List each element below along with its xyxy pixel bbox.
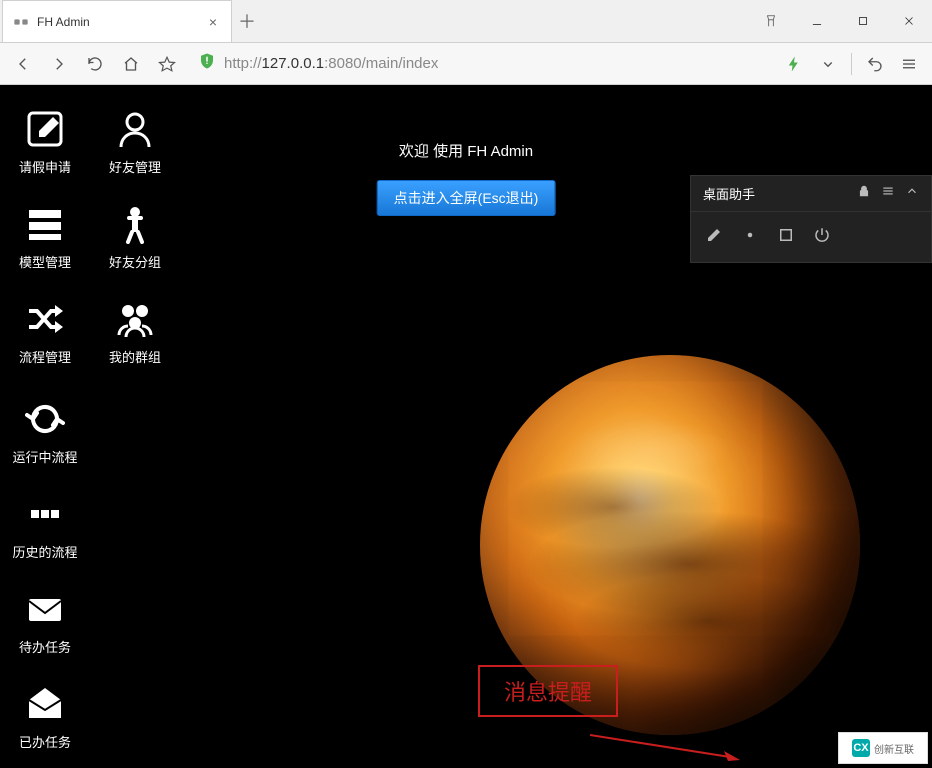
envelope-open-icon [25, 684, 65, 724]
desktop-icon-label: 待办任务 [19, 637, 71, 656]
watermark-logo-icon: CX [852, 739, 870, 757]
desktop-icon-model-manage[interactable]: 模型管理 [0, 190, 90, 285]
desktop-icon-running-flow[interactable]: 运行中流程 [0, 385, 90, 480]
annotation-arrow-icon [590, 733, 740, 763]
ellipsis-icon [25, 494, 65, 534]
message-alert-label: 消息提醒 [504, 675, 592, 707]
speed-indicator-icon[interactable] [779, 49, 809, 79]
shuffle-icon [25, 299, 65, 339]
watermark: CX 创新互联 [838, 732, 928, 764]
tab-favicon [13, 14, 29, 30]
desktop-icon-leave-request[interactable]: 请假申请 [0, 95, 90, 190]
desktop-icon-friend-manage[interactable]: 好友管理 [90, 95, 180, 190]
desktop-icon-label: 已办任务 [19, 732, 71, 751]
undo-icon[interactable] [860, 49, 890, 79]
refresh-icon [25, 399, 65, 439]
desktop-icon-label: 我的群组 [109, 347, 161, 366]
lock-icon[interactable] [857, 184, 871, 203]
desktop-icon-label: 模型管理 [19, 252, 71, 271]
watermark-text: 创新互联 [874, 741, 914, 756]
tab-title: FH Admin [37, 15, 205, 29]
reload-button[interactable] [80, 49, 110, 79]
url-text: http://127.0.0.1:8080/main/index [224, 55, 438, 72]
chevron-up-icon[interactable] [905, 184, 919, 203]
window-maximize-button[interactable] [840, 0, 886, 42]
shield-icon [198, 52, 216, 75]
browser-toolbar: http://127.0.0.1:8080/main/index [0, 43, 932, 85]
home-button[interactable] [116, 49, 146, 79]
list-rows-icon [25, 204, 65, 244]
desktop-icon-label: 历史的流程 [12, 542, 77, 561]
browser-tab[interactable]: FH Admin × [2, 0, 232, 42]
desktop-icon-pending-tasks[interactable]: 待办任务 [0, 575, 90, 670]
menu-icon[interactable] [894, 49, 924, 79]
fullscreen-button[interactable]: 点击进入全屏(Esc退出) [377, 180, 556, 216]
envelope-icon [25, 589, 65, 629]
edit-icon[interactable] [705, 226, 723, 249]
person-standing-icon [115, 204, 155, 244]
tab-close-icon[interactable]: × [205, 14, 221, 30]
app-content: 欢迎 使用 FH Admin 点击进入全屏(Esc退出) 请假申请好友管理模型管… [0, 85, 932, 768]
address-bar[interactable]: http://127.0.0.1:8080/main/index [198, 52, 763, 75]
gear-icon[interactable] [741, 226, 759, 249]
desktop-icon-my-groups[interactable]: 我的群组 [90, 285, 180, 380]
menu-icon[interactable] [881, 184, 895, 203]
assistant-title: 桌面助手 [703, 184, 847, 203]
desktop-icon-label: 流程管理 [19, 347, 71, 366]
desktop-icon-label: 好友分组 [109, 252, 161, 271]
new-tab-button[interactable]: ＋ [232, 0, 262, 42]
desktop-icon-history-flow[interactable]: 历史的流程 [0, 480, 90, 575]
back-button[interactable] [8, 49, 38, 79]
desktop-icon-friend-group[interactable]: 好友分组 [90, 190, 180, 285]
desktop-icon-flow-manage[interactable]: 流程管理 [0, 285, 90, 380]
square-icon[interactable] [777, 226, 795, 249]
favorite-button[interactable] [152, 49, 182, 79]
dropdown-icon[interactable] [813, 49, 843, 79]
window-close-button[interactable] [886, 0, 932, 42]
forward-button[interactable] [44, 49, 74, 79]
desktop-icon-done-tasks[interactable]: 已办任务 [0, 670, 90, 765]
user-icon [115, 109, 155, 149]
desktop-assistant-panel: 桌面助手 [690, 175, 932, 263]
edit-square-icon [25, 109, 65, 149]
window-minimize-button[interactable] [794, 0, 840, 42]
message-alert-box[interactable]: 消息提醒 [478, 665, 618, 717]
users-group-icon [115, 299, 155, 339]
desktop-icon-label: 好友管理 [109, 157, 161, 176]
browser-tab-bar: FH Admin × ＋ [0, 0, 932, 43]
desktop-icon-label: 运行中流程 [12, 447, 77, 466]
desktop-icon-label: 请假申请 [19, 157, 71, 176]
separator [851, 53, 852, 75]
power-icon[interactable] [813, 226, 831, 249]
browser-action-icon[interactable] [748, 0, 794, 42]
